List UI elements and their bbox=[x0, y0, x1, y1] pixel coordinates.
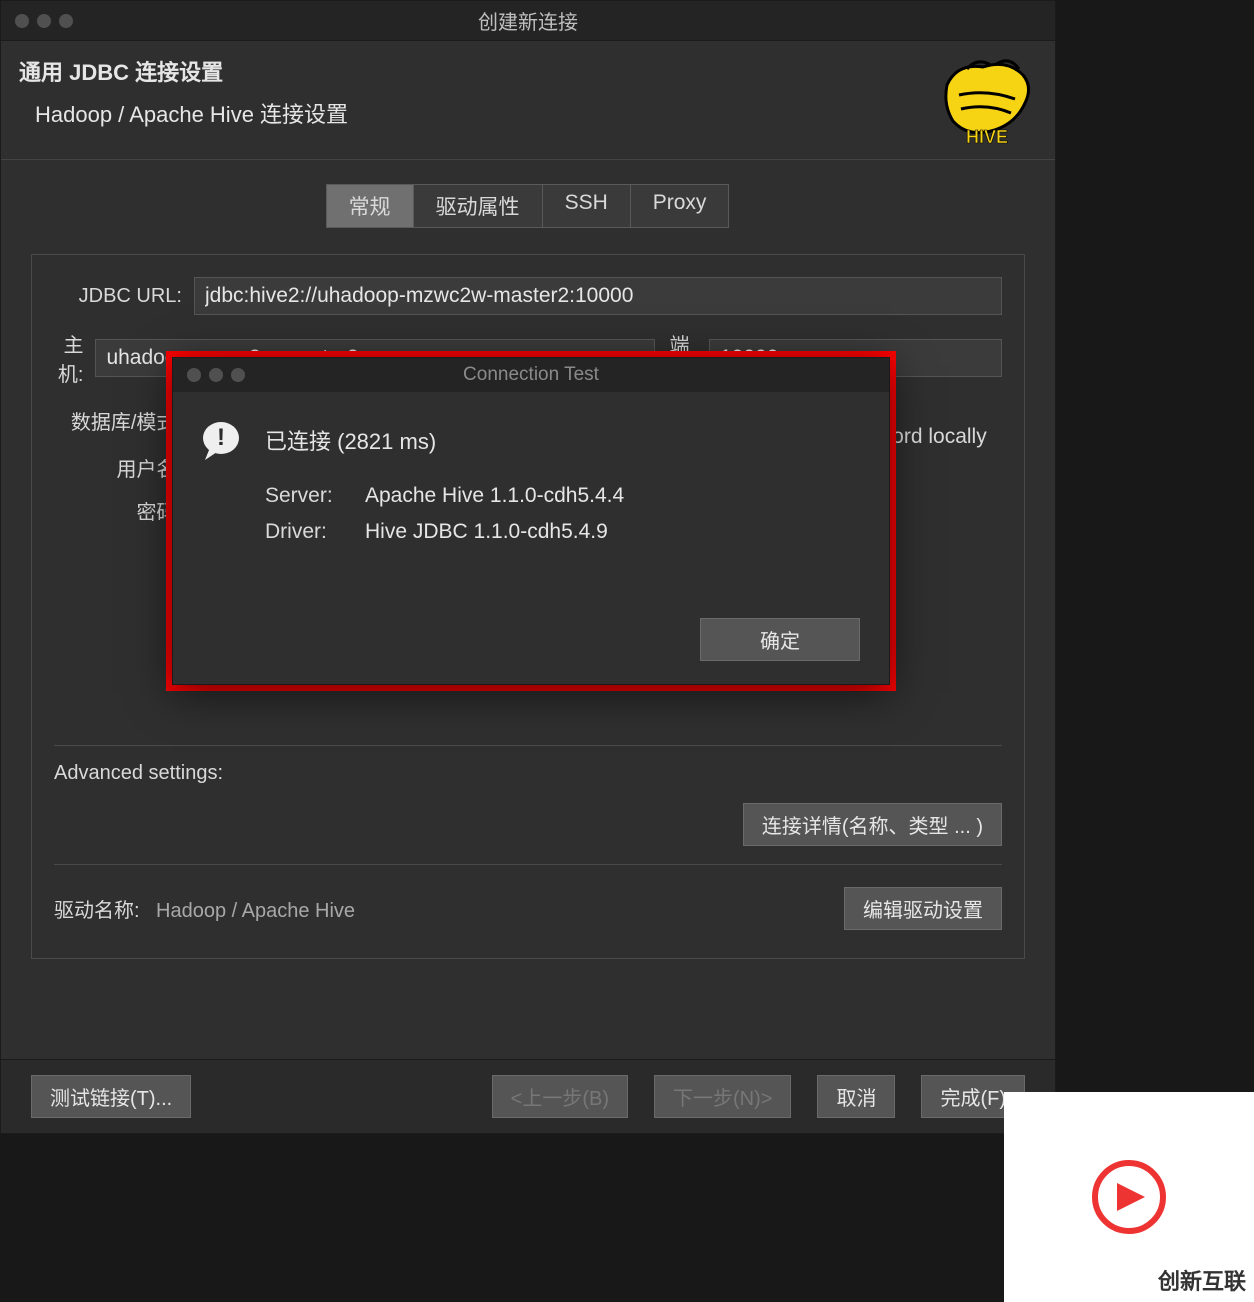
window-controls bbox=[1, 14, 73, 28]
dialog-zoom-button[interactable] bbox=[231, 368, 245, 382]
jdbc-url-input[interactable] bbox=[194, 277, 1002, 315]
driver-name-value: Hadoop / Apache Hive bbox=[156, 900, 355, 922]
tab-driver-properties[interactable]: 驱动属性 bbox=[413, 184, 543, 228]
tab-general[interactable]: 常规 bbox=[326, 184, 414, 228]
divider bbox=[54, 745, 1002, 746]
titlebar: 创建新连接 bbox=[1, 1, 1055, 41]
dialog-window-controls bbox=[173, 368, 245, 382]
dialog-body: ! 已连接 (2821 ms) Server: Apache Hive 1.1.… bbox=[173, 392, 889, 544]
dialog-driver-value: Hive JDBC 1.1.0-cdh5.4.9 bbox=[365, 520, 608, 544]
dialog-server-value: Apache Hive 1.1.0-cdh5.4.4 bbox=[365, 484, 624, 508]
window-title: 创建新连接 bbox=[1, 6, 1055, 35]
dialog-minimize-button[interactable] bbox=[209, 368, 223, 382]
host-label: 主机: bbox=[54, 329, 95, 387]
page-title: 通用 JDBC 连接设置 bbox=[19, 55, 348, 87]
cancel-button[interactable]: 取消 bbox=[817, 1075, 895, 1118]
watermark: 创新互联 bbox=[1004, 1092, 1254, 1302]
zoom-window-button[interactable] bbox=[59, 14, 73, 28]
dialog-driver-label: Driver: bbox=[265, 520, 365, 544]
ok-button[interactable]: 确定 bbox=[700, 618, 860, 661]
connection-details-button[interactable]: 连接详情(名称、类型 ... ) bbox=[743, 803, 1002, 846]
connection-test-dialog: Connection Test ! 已连接 (2821 ms) Server: … bbox=[172, 357, 890, 685]
dialog-close-button[interactable] bbox=[187, 368, 201, 382]
footer: 测试链接(T)... <上一步(B) 下一步(N)> 取消 完成(F) bbox=[1, 1059, 1055, 1133]
dialog-titlebar: Connection Test bbox=[173, 358, 889, 392]
svg-text:HIVE: HIVE bbox=[966, 127, 1008, 145]
jdbc-url-label: JDBC URL: bbox=[54, 285, 194, 308]
minimize-window-button[interactable] bbox=[37, 14, 51, 28]
tab-ssh[interactable]: SSH bbox=[542, 184, 631, 228]
next-button[interactable]: 下一步(N)> bbox=[654, 1075, 791, 1118]
driver-name-label: 驱动名称: bbox=[54, 900, 140, 922]
header: 通用 JDBC 连接设置 Hadoop / Apache Hive 连接设置 H… bbox=[1, 41, 1055, 160]
close-window-button[interactable] bbox=[15, 14, 29, 28]
dialog-title: Connection Test bbox=[173, 364, 889, 386]
tab-proxy[interactable]: Proxy bbox=[630, 184, 730, 228]
test-connection-button[interactable]: 测试链接(T)... bbox=[31, 1075, 191, 1118]
tab-bar: 常规 驱动属性 SSH Proxy bbox=[31, 184, 1025, 228]
svg-text:!: ! bbox=[217, 424, 225, 451]
dialog-server-label: Server: bbox=[265, 484, 365, 508]
watermark-logo-icon bbox=[1089, 1157, 1169, 1237]
advanced-settings-label: Advanced settings: bbox=[54, 762, 1002, 785]
dialog-message: 已连接 (2821 ms) bbox=[265, 424, 436, 456]
edit-driver-button[interactable]: 编辑驱动设置 bbox=[844, 887, 1002, 930]
info-icon: ! bbox=[199, 418, 243, 462]
highlight-frame: Connection Test ! 已连接 (2821 ms) Server: … bbox=[166, 351, 896, 691]
page-subtitle: Hadoop / Apache Hive 连接设置 bbox=[35, 97, 348, 129]
hive-logo-icon: HIVE bbox=[937, 55, 1037, 145]
main-window: 创建新连接 通用 JDBC 连接设置 Hadoop / Apache Hive … bbox=[0, 0, 1056, 1134]
back-button[interactable]: <上一步(B) bbox=[492, 1075, 628, 1118]
watermark-text: 创新互联 bbox=[1158, 1264, 1246, 1296]
